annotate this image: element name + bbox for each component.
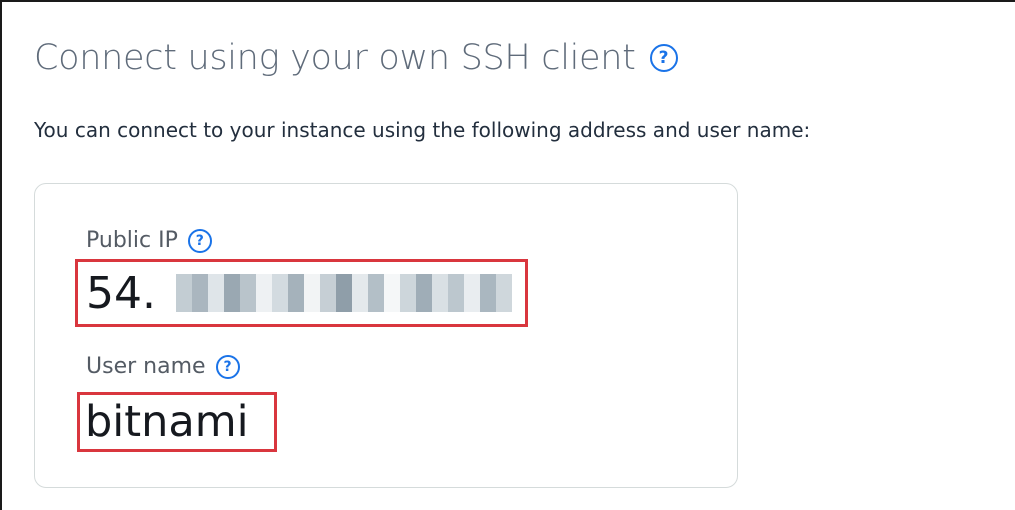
public-ip-label: Public IP <box>86 228 178 253</box>
public-ip-label-row: Public IP ? <box>86 228 212 253</box>
user-name-help-icon[interactable]: ? <box>215 354 240 379</box>
page-title: Connect using your own SSH client <box>34 38 636 78</box>
instructions-text: You can connect to your instance using t… <box>34 118 811 142</box>
redacted-ip-pixelation <box>159 274 512 312</box>
user-name-value[interactable]: bitnami <box>85 397 249 447</box>
help-icon[interactable]: ? <box>649 44 678 72</box>
public-ip-value[interactable]: 54. <box>86 268 156 319</box>
public-ip-highlight: 54. <box>75 259 528 327</box>
title-row: Connect using your own SSH client ? <box>34 30 678 86</box>
connection-details-card: Public IP ? 54. User name ? bitnami <box>34 183 738 488</box>
user-name-label: User name <box>86 354 206 379</box>
user-name-label-row: User name ? <box>86 354 240 379</box>
user-name-highlight: bitnami <box>77 392 277 452</box>
public-ip-help-icon[interactable]: ? <box>187 228 212 253</box>
